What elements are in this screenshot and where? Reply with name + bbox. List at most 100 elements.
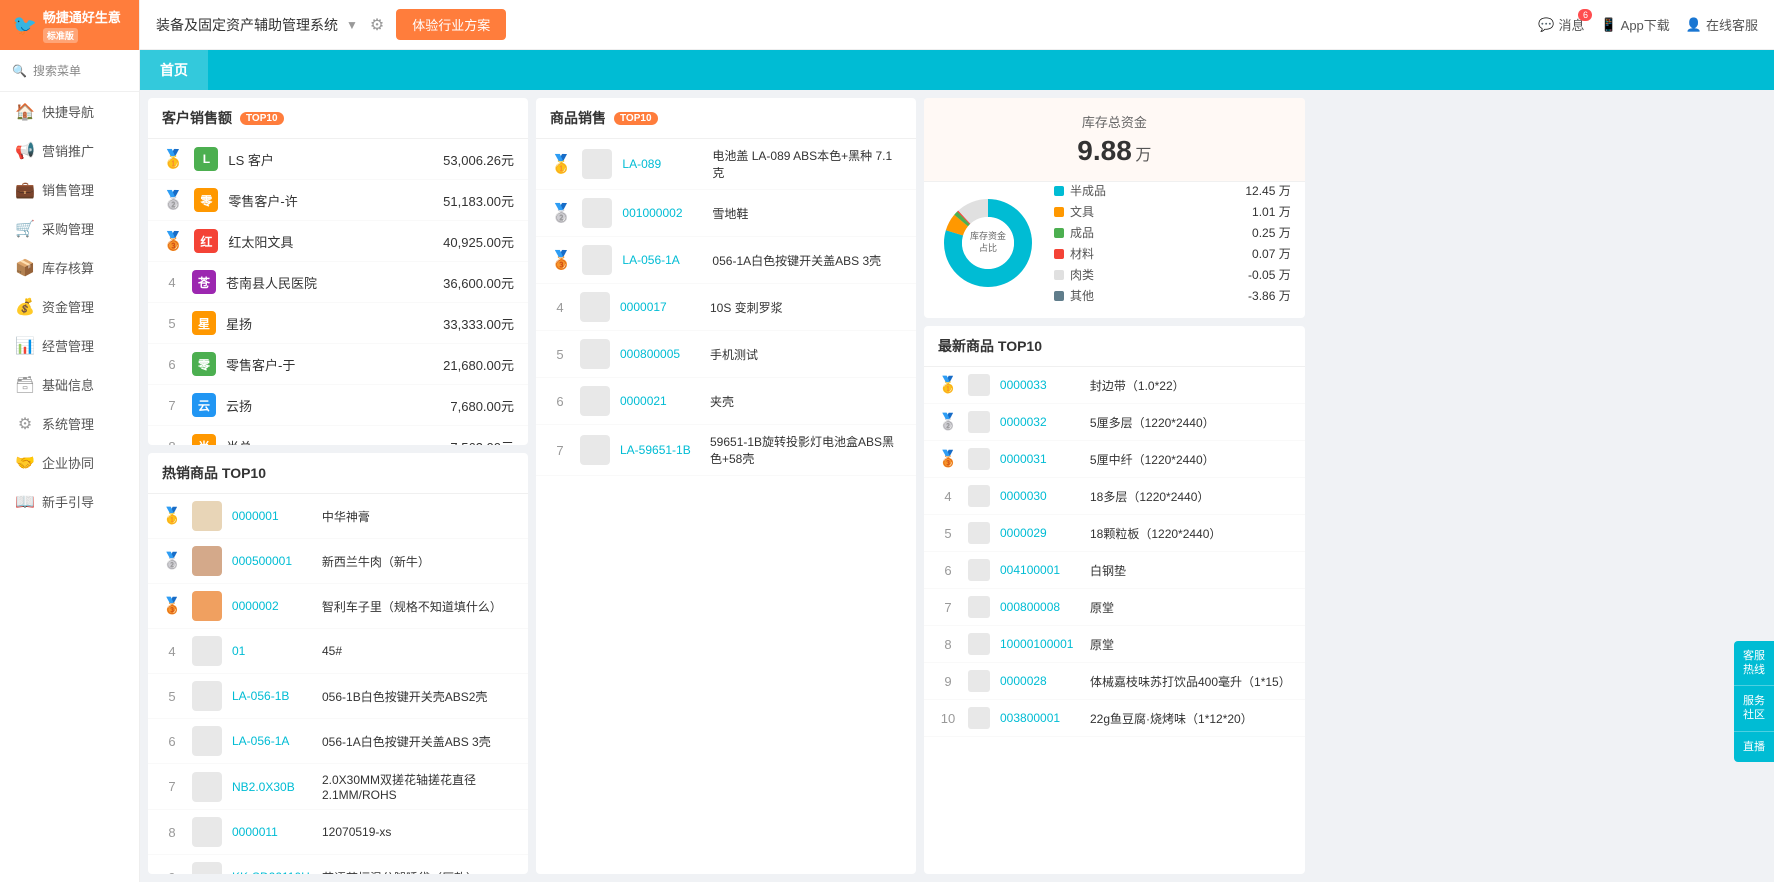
customer-name: 零售客户-许	[228, 191, 433, 210]
product-rank-item: 5 000800005 手机测试	[536, 331, 916, 378]
sidebar-item-marketing[interactable]: 📢 营销推广	[0, 131, 139, 170]
logo-name: 畅捷通好生意	[43, 7, 121, 26]
purchase-icon: 🛒	[16, 220, 34, 238]
customer-avatar: 肖	[192, 434, 216, 445]
sidebar-item-operations[interactable]: 📊 经营管理	[0, 326, 139, 365]
float-live[interactable]: 直播	[1734, 732, 1774, 762]
new-product-name: 体械嘉枝味苏打饮品400毫升（1*15）	[1090, 673, 1291, 690]
customer-name: 星扬	[226, 314, 433, 333]
sidebar-logo: 🐦 畅捷通好生意 标准版	[0, 0, 139, 50]
new-product-name: 5厘中纤（1220*2440）	[1090, 451, 1291, 468]
product-rank-item: 7 LA-59651-1B 59651-1B旋转投影灯电池盒ABS黑色+58壳	[536, 425, 916, 476]
sidebar-search-area[interactable]: 🔍 搜索菜单	[0, 50, 139, 92]
new-product-thumb	[968, 633, 990, 655]
float-customer-service[interactable]: 客服热线	[1734, 641, 1774, 687]
new-product-item: 🥈 0000032 5厘多层（1220*2440）	[924, 404, 1305, 441]
message-btn[interactable]: 💬 消息 6	[1538, 15, 1584, 34]
sidebar-item-guide[interactable]: 📖 新手引导	[0, 482, 139, 521]
legend-dot	[1054, 228, 1064, 238]
new-product-thumb	[968, 374, 990, 396]
legend-value: -0.05 万	[1248, 266, 1291, 283]
prod-thumbnail	[580, 292, 610, 322]
product-rank-item: 🥇 LA-089 电池盖 LA-089 ABS本色+黑种 7.1克	[536, 139, 916, 190]
product-rank-item: 4 0000017 10S 变刺罗浆	[536, 284, 916, 331]
product-rank-list: 🥇 LA-089 电池盖 LA-089 ABS本色+黑种 7.1克 🥈 0010…	[536, 139, 916, 476]
sidebar-item-collab[interactable]: 🤝 企业协同	[0, 443, 139, 482]
new-rank-num: 6	[938, 563, 958, 578]
basics-icon: 🗃	[16, 376, 34, 394]
prod-code: 000800005	[620, 347, 700, 361]
customer-rank-list: 🥇 L LS 客户 53,006.26元 🥈 零 零售客户-许 51,183.0…	[148, 139, 528, 445]
hot-products-title: 热销商品 TOP10	[162, 463, 266, 483]
new-product-code: 0000033	[1000, 378, 1080, 392]
legend-label: 肉类	[1070, 266, 1242, 283]
new-product-thumb	[968, 485, 990, 507]
col-mid: 商品销售 TOP10 🥇 LA-089 电池盖 LA-089 ABS本色+黑种 …	[536, 98, 916, 874]
sales-icon: 💼	[16, 181, 34, 199]
hot-product-item: 🥈 000500001 新西兰牛肉（新牛）	[148, 539, 528, 584]
guide-icon: 📖	[16, 493, 34, 511]
new-product-name: 22g鱼豆腐·烧烤味（1*12*20）	[1090, 710, 1291, 727]
medal-icon: 🥈	[162, 190, 184, 211]
hot-product-item: 5 LA-056-1B 056-1B白色按键开关壳ABS2壳	[148, 674, 528, 719]
new-product-name: 原堂	[1090, 636, 1291, 653]
sidebar-item-purchase[interactable]: 🛒 采购管理	[0, 209, 139, 248]
product-rank-item: 🥈 001000002 雪地鞋	[536, 190, 916, 237]
prod-thumbnail	[580, 386, 610, 416]
hot-product-item: 9 KK-SD22110H 花语萌恒温分腿睡袋（厚款）	[148, 855, 528, 874]
product-code: 0000001	[232, 509, 312, 523]
new-product-code: 10000100001	[1000, 637, 1080, 651]
product-code: NB2.0X30B	[232, 780, 312, 794]
new-product-name: 5厘多层（1220*2440）	[1090, 414, 1291, 431]
system-arrow-icon: ▼	[346, 18, 358, 32]
sidebar-item-basics[interactable]: 🗃 基础信息	[0, 365, 139, 404]
product-ranking-card: 商品销售 TOP10 🥇 LA-089 电池盖 LA-089 ABS本色+黑种 …	[536, 98, 916, 874]
topbar-right: 💬 消息 6 📱 App下载 👤 在线客服	[1538, 15, 1758, 34]
new-medal-icon: 🥈	[938, 412, 958, 432]
sidebar-item-sales[interactable]: 💼 销售管理	[0, 170, 139, 209]
prod-name: 056-1A白色按键开关盖ABS 3壳	[712, 252, 902, 269]
product-name: 新西兰牛肉（新牛）	[322, 553, 514, 570]
inventory-amount: 9.88	[1077, 135, 1132, 166]
trial-button[interactable]: 体验行业方案	[396, 9, 506, 40]
product-name: 056-1A白色按键开关盖ABS 3壳	[322, 733, 514, 750]
float-service-btn[interactable]: 客服热线 服务社区 直播	[1734, 641, 1774, 762]
settings-icon[interactable]: ⚙	[370, 15, 384, 35]
sidebar-item-home[interactable]: 🏠 快捷导航	[0, 92, 139, 131]
new-product-name: 原堂	[1090, 599, 1291, 616]
sidebar-label-sales: 销售管理	[42, 180, 94, 199]
sidebar-label-guide: 新手引导	[42, 492, 94, 511]
prod-medal-icon: 🥉	[550, 250, 572, 271]
legend-item: 文具 1.01 万	[1054, 203, 1291, 220]
product-ranking-title: 商品销售	[550, 108, 606, 128]
customer-rank-item: 🥇 L LS 客户 53,006.26元	[148, 139, 528, 180]
new-product-code: 004100001	[1000, 563, 1080, 577]
three-col-layout: 客户销售额 TOP10 🥇 L LS 客户 53,006.26元 🥈 零 零售客…	[140, 90, 1313, 882]
product-thumbnail	[192, 501, 222, 531]
customer-name: 云扬	[226, 396, 440, 415]
sidebar: 🐦 畅捷通好生意 标准版 🔍 搜索菜单 🏠 快捷导航 📢 营销推广 💼 销售管理…	[0, 0, 140, 882]
customer-rank-item: 4 苍 苍南县人民医院 36,600.00元	[148, 262, 528, 303]
search-menu-btn[interactable]: 🔍 搜索菜单	[12, 58, 127, 83]
legend-item: 半成品 12.45 万	[1054, 182, 1291, 199]
hot-medal-icon: 🥇	[162, 506, 182, 526]
sidebar-item-system[interactable]: ⚙ 系统管理	[0, 404, 139, 443]
online-service-btn[interactable]: 👤 在线客服	[1686, 15, 1758, 34]
customer-rank-item: 5 星 星扬 33,333.00元	[148, 303, 528, 344]
sidebar-item-inventory[interactable]: 📦 库存核算	[0, 248, 139, 287]
new-product-thumb	[968, 411, 990, 433]
sidebar-item-finance[interactable]: 💰 资金管理	[0, 287, 139, 326]
prod-thumbnail	[582, 245, 612, 275]
new-product-thumb	[968, 522, 990, 544]
app-download-btn[interactable]: 📱 App下载	[1600, 15, 1669, 34]
sidebar-label-collab: 企业协同	[42, 453, 94, 472]
customer-name: 零售客户-于	[226, 355, 433, 374]
system-selector[interactable]: 装备及固定资产辅助管理系统 ▼	[156, 15, 358, 35]
customer-amount: 40,925.00元	[443, 232, 514, 251]
new-product-thumb	[968, 448, 990, 470]
hot-product-item: 8 0000011 12070519-xs	[148, 810, 528, 855]
prod-code: 0000017	[620, 300, 700, 314]
float-service-community[interactable]: 服务社区	[1734, 686, 1774, 732]
product-code: LA-056-1B	[232, 689, 312, 703]
tab-home[interactable]: 首页	[140, 50, 208, 90]
